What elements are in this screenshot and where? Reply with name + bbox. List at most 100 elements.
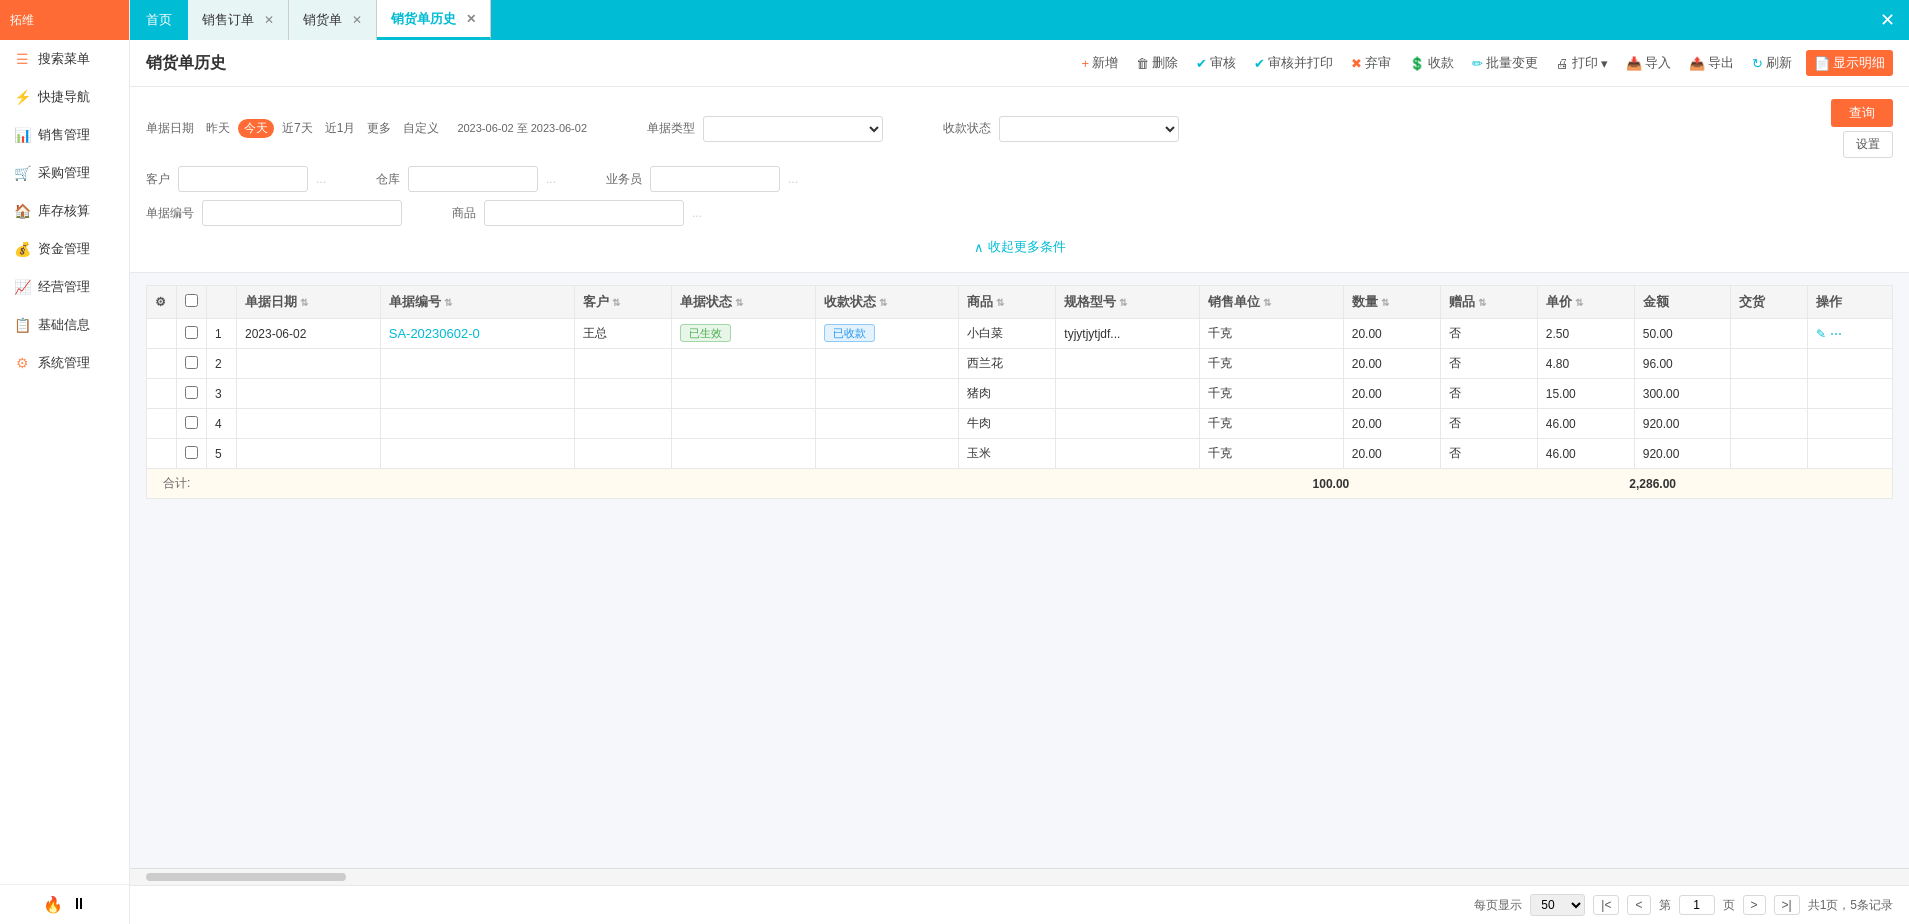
spec-header[interactable]: 规格型号 ⇅ <box>1056 286 1200 319</box>
checkbox-cell[interactable] <box>177 439 207 469</box>
gear-header[interactable]: ⚙ <box>147 286 177 319</box>
pause-icon[interactable]: ⏸ <box>71 895 87 914</box>
abandon-button[interactable]: ✖ 弃审 <box>1347 52 1395 74</box>
horizontal-scrollbar[interactable] <box>146 873 346 881</box>
tab-sales-goods-close[interactable]: ✕ <box>352 13 362 27</box>
next-page-button[interactable]: > <box>1743 895 1766 915</box>
page-label-after: 页 <box>1723 897 1735 914</box>
row-checkbox-2[interactable] <box>185 386 198 399</box>
tab-sales-goods[interactable]: 销货单 ✕ <box>289 0 377 40</box>
payment-status-select[interactable] <box>999 116 1179 142</box>
audit-button[interactable]: ✔ 审核 <box>1192 52 1240 74</box>
row-checkbox-3[interactable] <box>185 416 198 429</box>
tab-sales-history[interactable]: 销货单历史 ✕ <box>377 0 491 40</box>
checkbox-cell[interactable] <box>177 409 207 439</box>
inventory-icon: 🏠 <box>14 203 30 219</box>
doc-no-cell[interactable]: SA-20230602-0 <box>380 319 574 349</box>
doc-no-header[interactable]: 单据编号 ⇅ <box>380 286 574 319</box>
shortcut-today[interactable]: 今天 <box>238 119 274 138</box>
doc-no-cell[interactable] <box>380 349 574 379</box>
query-button[interactable]: 查询 <box>1831 99 1893 127</box>
unit-cell: 千克 <box>1200 319 1344 349</box>
sidebar-item-basic-info[interactable]: 📋 基础信息 <box>0 306 129 344</box>
customer-header[interactable]: 客户 ⇅ <box>574 286 671 319</box>
audit-print-button[interactable]: ✔ 审核并打印 <box>1250 52 1337 74</box>
first-page-button[interactable]: |< <box>1593 895 1619 915</box>
sidebar-item-quick-nav[interactable]: ⚡ 快捷导航 <box>0 78 129 116</box>
checkbox-header[interactable] <box>177 286 207 319</box>
warehouse-dots[interactable]: ... <box>546 172 556 186</box>
doc-date-header[interactable]: 单据日期 ⇅ <box>237 286 381 319</box>
shortcut-more[interactable]: 更多 <box>363 119 395 138</box>
sidebar-item-inventory[interactable]: 🏠 库存核算 <box>0 192 129 230</box>
sidebar-item-ops[interactable]: 📈 经营管理 <box>0 268 129 306</box>
tab-home[interactable]: 首页 <box>130 0 188 40</box>
doc-no-input[interactable] <box>202 200 402 226</box>
close-all-tabs[interactable]: ✕ <box>1866 9 1909 31</box>
print-button[interactable]: 🖨 打印 ▾ <box>1552 52 1612 74</box>
doc-no-cell[interactable] <box>380 409 574 439</box>
action-cell[interactable] <box>1808 409 1893 439</box>
batch-change-button[interactable]: ✏ 批量变更 <box>1468 52 1542 74</box>
doc-no-cell[interactable] <box>380 439 574 469</box>
tab-sales-order-close[interactable]: ✕ <box>264 13 274 27</box>
edit-action[interactable]: ✎ <box>1816 327 1826 341</box>
goods-input[interactable] <box>484 200 684 226</box>
sidebar-item-sales-mgmt[interactable]: 📊 销售管理 <box>0 116 129 154</box>
warehouse-input[interactable] <box>408 166 538 192</box>
checkbox-cell[interactable] <box>177 319 207 349</box>
per-page-select[interactable]: 50 20 100 <box>1530 894 1585 916</box>
payment-status-header[interactable]: 收款状态 ⇅ <box>815 286 959 319</box>
unit-price-header[interactable]: 单价 ⇅ <box>1537 286 1634 319</box>
amount-cell: 920.00 <box>1634 409 1730 439</box>
sidebar-item-search-menu[interactable]: ☰ 搜索菜单 <box>0 40 129 78</box>
tab-sales-order[interactable]: 销售订单 ✕ <box>188 0 289 40</box>
setting-button[interactable]: 设置 <box>1843 131 1893 158</box>
shortcut-custom[interactable]: 自定义 <box>399 119 443 138</box>
shortcut-yesterday[interactable]: 昨天 <box>202 119 234 138</box>
delete-button[interactable]: 🗑 删除 <box>1132 52 1182 74</box>
show-detail-button[interactable]: 📄 显示明细 <box>1806 50 1893 76</box>
shortcut-1month[interactable]: 近1月 <box>321 119 360 138</box>
qty-header[interactable]: 数量 ⇅ <box>1343 286 1440 319</box>
row-checkbox-0[interactable] <box>185 326 198 339</box>
tab-sales-history-close[interactable]: ✕ <box>466 12 476 26</box>
collapse-button[interactable]: ∧ 收起更多条件 <box>970 234 1070 260</box>
goods-header[interactable]: 商品 ⇅ <box>959 286 1056 319</box>
unit-header[interactable]: 销售单位 ⇅ <box>1200 286 1344 319</box>
action-cell[interactable] <box>1808 349 1893 379</box>
add-button[interactable]: + 新增 <box>1077 52 1122 74</box>
refresh-button[interactable]: ↻ 刷新 <box>1748 52 1796 74</box>
prev-page-button[interactable]: < <box>1627 895 1650 915</box>
salesperson-input[interactable] <box>650 166 780 192</box>
doc-no-cell[interactable] <box>380 379 574 409</box>
sidebar-item-finance[interactable]: 💰 资金管理 <box>0 230 129 268</box>
more-action[interactable]: ⋯ <box>1830 327 1842 341</box>
doc-no-link[interactable]: SA-20230602-0 <box>389 326 480 341</box>
page-input[interactable] <box>1679 895 1715 915</box>
customer-input[interactable] <box>178 166 308 192</box>
last-page-button[interactable]: >| <box>1774 895 1800 915</box>
goods-dots[interactable]: ... <box>692 206 702 220</box>
sidebar-item-sys-mgmt[interactable]: ⚙ 系统管理 <box>0 344 129 382</box>
salesperson-dots[interactable]: ... <box>788 172 798 186</box>
fire-icon[interactable]: 🔥 <box>43 895 63 914</box>
action-cell[interactable] <box>1808 379 1893 409</box>
doc-type-select[interactable] <box>703 116 883 142</box>
row-checkbox-4[interactable] <box>185 446 198 459</box>
gift-header[interactable]: 赠品 ⇅ <box>1440 286 1537 319</box>
customer-dots[interactable]: ... <box>316 172 326 186</box>
export-button[interactable]: 📤 导出 <box>1685 52 1738 74</box>
checkbox-cell[interactable] <box>177 379 207 409</box>
shortcut-7days[interactable]: 近7天 <box>278 119 317 138</box>
doc-status-header[interactable]: 单据状态 ⇅ <box>671 286 815 319</box>
checkbox-cell[interactable] <box>177 349 207 379</box>
receive-button[interactable]: 💲 收款 <box>1405 52 1458 74</box>
import-button[interactable]: 📥 导入 <box>1622 52 1675 74</box>
action-cell[interactable]: ✎⋯ <box>1808 319 1893 349</box>
sidebar-item-purchase-mgmt[interactable]: 🛒 采购管理 <box>0 154 129 192</box>
select-all-checkbox[interactable] <box>185 294 198 307</box>
row-checkbox-1[interactable] <box>185 356 198 369</box>
action-cell[interactable] <box>1808 439 1893 469</box>
unit-cell: 千克 <box>1200 379 1344 409</box>
